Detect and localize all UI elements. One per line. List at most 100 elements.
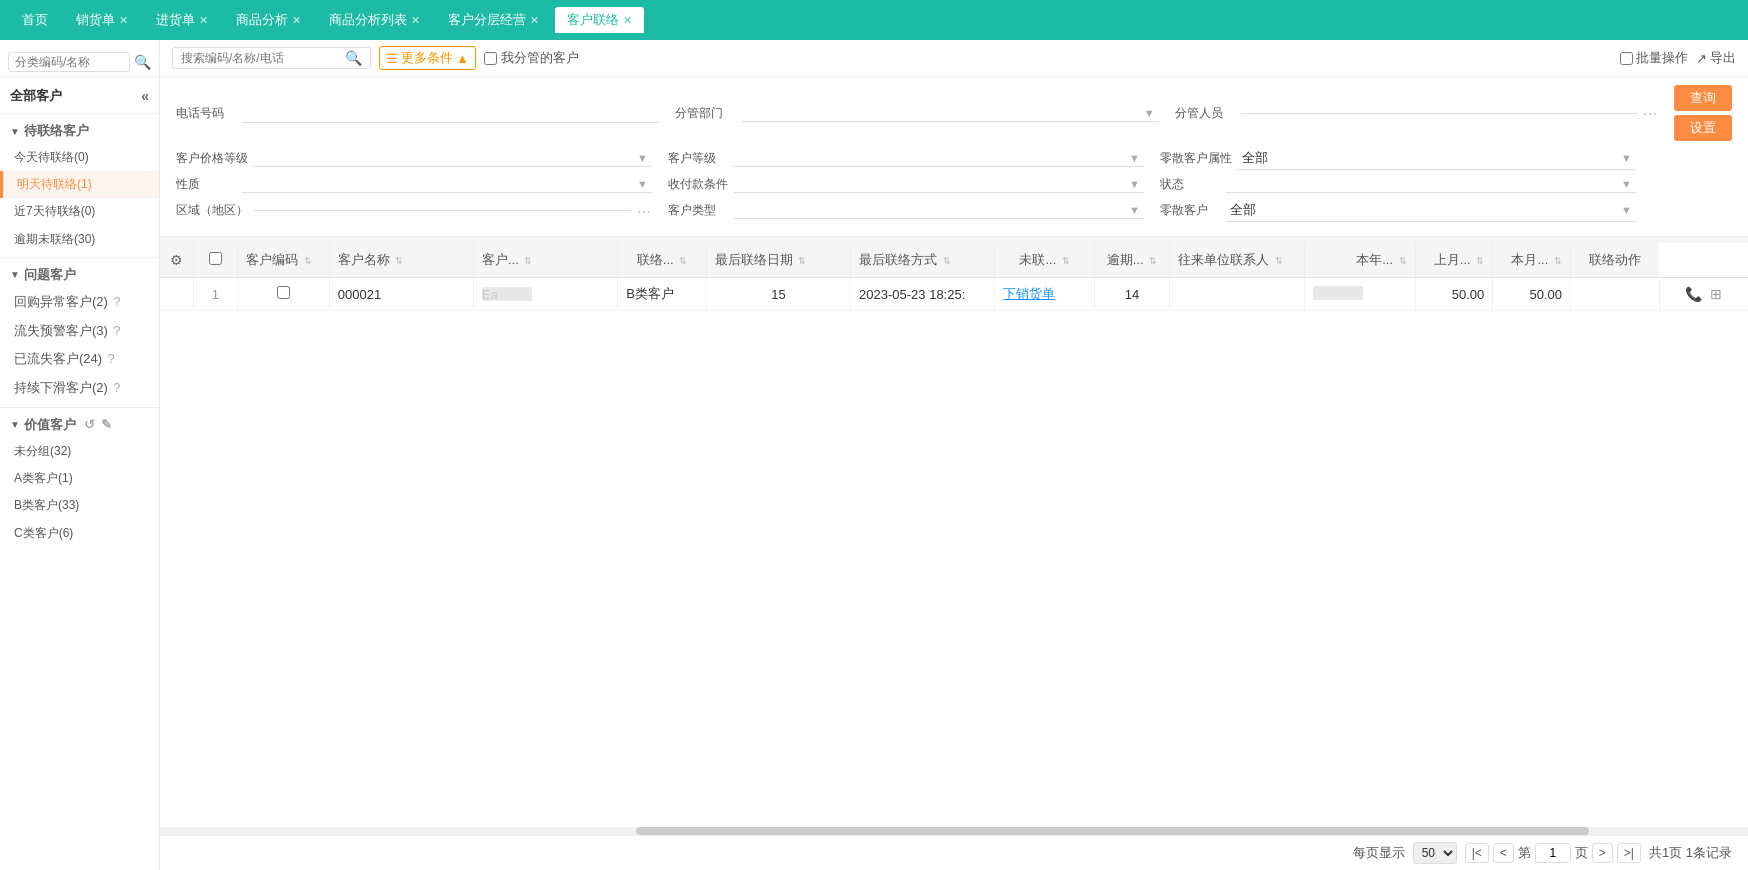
page-label: 第 xyxy=(1518,844,1531,862)
nav-tab-customer-contact[interactable]: 客户联络 ✕ xyxy=(555,7,644,33)
col-header-last-month: 上月... ⇅ xyxy=(1415,243,1493,278)
row-last-way-link[interactable]: 下销货单 xyxy=(1003,286,1055,301)
filter-more-btn[interactable]: ☰ 更多条件 ▲ xyxy=(379,46,476,70)
sidebar-item-7days[interactable]: 近7天待联络(0) xyxy=(0,198,159,225)
person-dots-btn[interactable]: ··· xyxy=(1643,105,1658,121)
last-page-btn[interactable]: >| xyxy=(1617,843,1641,863)
nav-close-goods-list[interactable]: ✕ xyxy=(411,14,420,27)
table-gear-icon[interactable]: ⚙ xyxy=(170,252,183,268)
select-all-checkbox[interactable] xyxy=(209,252,222,265)
first-page-btn[interactable]: |< xyxy=(1465,843,1489,863)
nav-close-purchase[interactable]: ✕ xyxy=(199,14,208,27)
row-unlinked: 14 xyxy=(1095,278,1170,311)
help-icon-churn[interactable]: ? xyxy=(113,323,120,338)
sidebar-item-churned[interactable]: 已流失客户(24) ? xyxy=(0,345,159,374)
nav-close-goods-analysis[interactable]: ✕ xyxy=(292,14,301,27)
edit-icon[interactable]: ✎ xyxy=(101,417,112,432)
sidebar-search-input[interactable] xyxy=(8,52,130,72)
filter-icon: ☰ xyxy=(386,51,398,66)
sort-icon-last-way[interactable]: ⇅ xyxy=(943,256,951,266)
col-header-gear: ⚙ xyxy=(160,243,193,278)
nav-tab-goods-analysis[interactable]: 商品分析 ✕ xyxy=(224,7,313,33)
nav-close-customer-tier[interactable]: ✕ xyxy=(530,14,539,27)
nav-tab-purchase[interactable]: 进货单 ✕ xyxy=(144,7,220,33)
nav-tab-sales[interactable]: 销货单 ✕ xyxy=(64,7,140,33)
sort-icon-contact[interactable]: ⇅ xyxy=(679,256,687,266)
top-nav: 首页 销货单 ✕ 进货单 ✕ 商品分析 ✕ 商品分析列表 ✕ 客户分层经营 ✕ … xyxy=(0,0,1748,40)
help-icon-churned[interactable]: ? xyxy=(107,351,114,366)
sort-icon-last-date[interactable]: ⇅ xyxy=(798,256,806,266)
sidebar-item-class-b[interactable]: B类客户(33) xyxy=(0,492,159,519)
sidebar-item-today[interactable]: 今天待联络(0) xyxy=(0,144,159,171)
export-btn[interactable]: ↗ 导出 xyxy=(1696,49,1736,67)
col-header-type: 客户... ⇅ xyxy=(473,243,617,278)
page-number-input[interactable] xyxy=(1535,843,1571,863)
filter-customer-grade-label: 客户等级 xyxy=(668,150,728,167)
filter-price-grade-select[interactable]: ▼ xyxy=(254,150,652,167)
my-customers-check[interactable]: 我分管的客户 xyxy=(484,49,579,67)
filter-customer-grade-select[interactable]: ▼ xyxy=(734,150,1144,167)
sidebar-item-overdue[interactable]: 逾期未联络(30) xyxy=(0,226,159,253)
phone-icon[interactable]: 📞 xyxy=(1685,286,1702,302)
qr-icon[interactable]: ⊞ xyxy=(1710,286,1722,302)
sort-icon-unlinked[interactable]: ⇅ xyxy=(1062,256,1070,266)
help-icon-declining[interactable]: ? xyxy=(113,380,120,395)
sidebar-item-churn-warning[interactable]: 流失预警客户(3) ? xyxy=(0,317,159,346)
sort-icon-type[interactable]: ⇅ xyxy=(524,256,532,266)
filter-dept: 分管部门 ▼ xyxy=(675,105,1158,122)
horizontal-scrollbar[interactable] xyxy=(160,827,1748,835)
batch-checkbox[interactable] xyxy=(1620,52,1633,65)
nav-tab-customer-tier[interactable]: 客户分层经营 ✕ xyxy=(436,7,551,33)
filter-retail-customer-select[interactable]: 全部 ▼ xyxy=(1226,199,1636,222)
sort-icon-name[interactable]: ⇅ xyxy=(395,256,403,266)
filter-customer-type: 客户类型 ▼ xyxy=(668,202,1144,219)
row-checkbox[interactable] xyxy=(277,286,290,299)
refresh-icon[interactable]: ↺ xyxy=(84,417,95,432)
row-last-way: 下销货单 xyxy=(995,278,1095,311)
filter-retail-attr-select[interactable]: 全部 ▼ xyxy=(1238,147,1636,170)
sort-icon-contact-person[interactable]: ⇅ xyxy=(1275,256,1283,266)
toolbar: 🔍 ☰ 更多条件 ▲ 我分管的客户 批量操作 ↗ 导出 xyxy=(160,40,1748,77)
sidebar-item-class-a[interactable]: A类客户(1) xyxy=(0,465,159,492)
filter-status-select[interactable]: ▼ xyxy=(1226,176,1636,193)
search-icon[interactable]: 🔍 xyxy=(345,50,362,66)
sidebar-search-icon[interactable]: 🔍 xyxy=(134,54,151,70)
query-button[interactable]: 查询 xyxy=(1674,85,1732,111)
sidebar-item-declining[interactable]: 持续下滑客户(2) ? xyxy=(0,374,159,403)
sort-icon-overdue[interactable]: ⇅ xyxy=(1149,256,1157,266)
filter-nature-select[interactable]: ▼ xyxy=(242,176,652,193)
my-customers-checkbox[interactable] xyxy=(484,52,497,65)
sidebar-group-problem: ▼ 问题客户 xyxy=(0,262,159,288)
filter-customer-type-select[interactable]: ▼ xyxy=(734,202,1144,219)
col-header-contact: 联络... ⇅ xyxy=(618,243,707,278)
sort-icon-last-month[interactable]: ⇅ xyxy=(1476,256,1484,266)
filter-payment-select[interactable]: ▼ xyxy=(734,176,1144,193)
filter-nature: 性质 ▼ xyxy=(176,176,652,193)
sort-icon-year[interactable]: ⇅ xyxy=(1399,256,1407,266)
row-name-blurred: Ea xyxy=(482,287,532,301)
area-dots-btn[interactable]: ··· xyxy=(637,203,652,219)
set-button[interactable]: 设置 xyxy=(1674,115,1732,141)
sidebar-all-customers[interactable]: 全部客户 « xyxy=(0,83,159,109)
next-page-btn[interactable]: > xyxy=(1592,843,1613,863)
sort-icon-code[interactable]: ⇅ xyxy=(304,256,312,266)
filter-dept-select[interactable]: ▼ xyxy=(741,105,1158,122)
nav-home[interactable]: 首页 xyxy=(10,7,60,33)
search-input[interactable] xyxy=(181,51,341,65)
filter-phone-input[interactable] xyxy=(242,104,659,123)
nav-tab-goods-list[interactable]: 商品分析列表 ✕ xyxy=(317,7,432,33)
nav-close-sales[interactable]: ✕ xyxy=(119,14,128,27)
filter-retail-customer: 零散客户 全部 ▼ xyxy=(1160,199,1636,222)
help-icon-repurchase[interactable]: ? xyxy=(113,294,120,309)
page-size-select[interactable]: 50 xyxy=(1413,842,1457,864)
batch-op-btn[interactable]: 批量操作 xyxy=(1620,49,1688,67)
sidebar-item-ungrouped[interactable]: 未分组(32) xyxy=(0,438,159,465)
sidebar-item-repurchase[interactable]: 回购异常客户(2) ? xyxy=(0,288,159,317)
nav-close-customer-contact[interactable]: ✕ xyxy=(623,14,632,27)
sidebar-item-tomorrow[interactable]: 明天待联络(1) xyxy=(0,171,159,198)
sidebar-item-class-c[interactable]: C类客户(6) xyxy=(0,520,159,547)
prev-page-btn[interactable]: < xyxy=(1493,843,1514,863)
collapse-icon[interactable]: « xyxy=(141,88,149,104)
filter-nature-label: 性质 xyxy=(176,176,236,193)
sort-icon-this-month[interactable]: ⇅ xyxy=(1554,256,1562,266)
